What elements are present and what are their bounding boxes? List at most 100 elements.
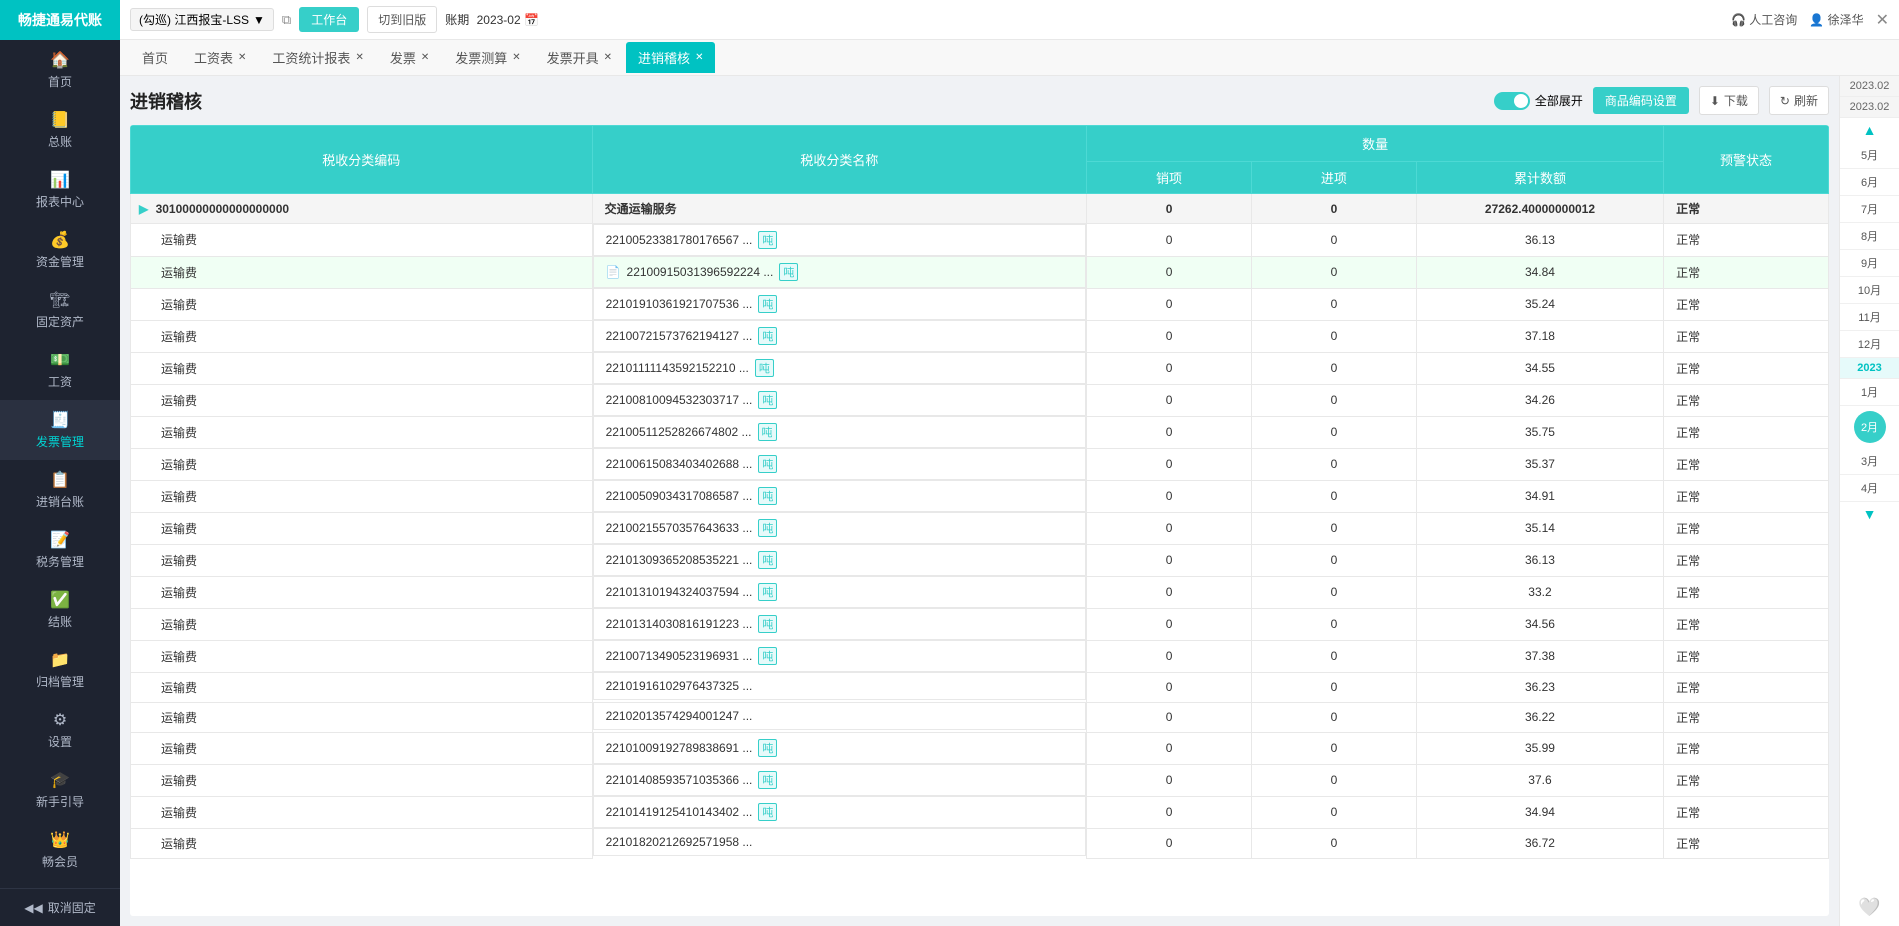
company-selector[interactable]: (勾巡) 江西报宝-LSS ▼ — [130, 8, 274, 31]
sidebar-item-invoice-mgmt[interactable]: 🧾 发票管理 — [0, 400, 120, 460]
sidebar-item-archive[interactable]: 📁 归档管理 — [0, 640, 120, 700]
toggle-all-switch[interactable] — [1494, 92, 1530, 110]
sidebar-item-capital[interactable]: 💰 资金管理 — [0, 220, 120, 280]
month-item-4-2023[interactable]: 4月 — [1840, 475, 1899, 502]
row-sales: 0 — [1087, 576, 1252, 608]
row-total: 35.99 — [1416, 732, 1663, 764]
row-sales: 0 — [1087, 640, 1252, 672]
switch-button[interactable]: 切到旧版 — [367, 6, 437, 33]
close-button[interactable]: ✕ — [1876, 10, 1889, 30]
scroll-up-button[interactable]: ▲ — [1840, 118, 1899, 142]
tag-badge: 吨 — [758, 771, 777, 789]
table-row: ▶ 30100000000000000000 交通运输服务 0 0 27262.… — [131, 194, 1829, 224]
sidebar-item-ledger[interactable]: 📒 总账 — [0, 100, 120, 160]
row-invoice: 22100509034317086587 ... 吨 — [593, 480, 1087, 512]
archive-icon: 📁 — [50, 650, 70, 670]
month-item-2-2023[interactable]: 2月 — [1854, 411, 1886, 443]
row-purchase: 0 — [1251, 320, 1416, 352]
table-row: 运输费 22101310194324037594 ... 吨 0 0 33.2 … — [131, 576, 1829, 608]
company-name: (勾巡) 江西报宝-LSS — [139, 11, 249, 28]
row-sales: 0 — [1087, 256, 1252, 288]
tab-payroll-stat-close[interactable]: ✕ — [355, 52, 363, 63]
download-button[interactable]: ⬇ 下载 — [1699, 86, 1759, 115]
month-item-1-2023[interactable]: 1月 — [1840, 379, 1899, 406]
tab-invoice[interactable]: 发票 ✕ — [378, 42, 441, 73]
copy-icon[interactable]: ⧉ — [282, 12, 291, 28]
row-invoice: 22102013574294001247 ... — [593, 702, 1087, 730]
sidebar-item-label: 总账 — [48, 133, 72, 150]
month-item-12[interactable]: 12月 — [1840, 331, 1899, 358]
table-row: 运输费 22101419125410143402 ... 吨 0 0 34.94… — [131, 796, 1829, 828]
tab-invoice-open-close[interactable]: ✕ — [604, 52, 612, 63]
sidebar-item-sales-ledger[interactable]: 📋 进销台账 — [0, 460, 120, 520]
row-sales: 0 — [1087, 224, 1252, 257]
month-item-6[interactable]: 6月 — [1840, 169, 1899, 196]
sidebar-unpin-button[interactable]: ◀◀ 取消固定 — [0, 888, 120, 926]
month-item-8[interactable]: 8月 — [1840, 223, 1899, 250]
tag-badge: 吨 — [758, 391, 777, 409]
row-name-child: 运输费 — [131, 352, 593, 384]
month-item-10[interactable]: 10月 — [1840, 277, 1899, 304]
sidebar-item-assets[interactable]: 🏗 固定资产 — [0, 280, 120, 340]
tab-invoice-open[interactable]: 发票开具 ✕ — [535, 42, 624, 73]
expand-icon[interactable]: ▶ — [139, 202, 148, 216]
refresh-button[interactable]: ↻ 刷新 — [1769, 86, 1829, 115]
sidebar-item-tax[interactable]: 📝 税务管理 — [0, 520, 120, 580]
row-status: 正常 — [1664, 512, 1829, 544]
user-menu[interactable]: 👤 徐泽华 — [1809, 11, 1863, 28]
row-sales: 0 — [1087, 448, 1252, 480]
month-item-7[interactable]: 7月 — [1840, 196, 1899, 223]
row-status: 正常 — [1664, 194, 1829, 224]
row-invoice: 22101419125410143402 ... 吨 — [593, 796, 1087, 828]
sidebar-item-home[interactable]: 🏠 首页 — [0, 40, 120, 100]
tag-badge: 吨 — [758, 647, 777, 665]
tab-home[interactable]: 首页 — [130, 42, 180, 73]
calendar-icon[interactable]: 📅 — [524, 13, 539, 27]
tab-payroll-close[interactable]: ✕ — [238, 52, 246, 63]
app-logo: 畅捷通易代账 — [0, 0, 120, 40]
tab-reconcile-close[interactable]: ✕ — [695, 52, 703, 63]
page-header: 进销稽核 全部展开 商品编码设置 ⬇ 下载 ↻ 刷新 — [130, 86, 1829, 115]
tab-invoice-close[interactable]: ✕ — [421, 52, 429, 63]
heart-icon[interactable]: 🤍 — [1858, 889, 1880, 926]
col-header-quantity-group: 数量 — [1087, 126, 1664, 162]
tax-icon: 📝 — [50, 530, 70, 550]
row-status: 正常 — [1664, 416, 1829, 448]
tab-payroll-stat[interactable]: 工资统计报表 ✕ — [260, 42, 375, 73]
row-sales: 0 — [1087, 608, 1252, 640]
row-purchase: 0 — [1251, 224, 1416, 257]
main-table: 税收分类编码 税收分类名称 数量 预警状态 销项 进项 累计数额 — [130, 125, 1829, 859]
row-total: 34.55 — [1416, 352, 1663, 384]
sidebar-item-label: 新手引导 — [36, 793, 84, 810]
row-status: 正常 — [1664, 256, 1829, 288]
sidebar-item-settings[interactable]: ⚙ 设置 — [0, 700, 120, 760]
tab-invoice-calc[interactable]: 发票测算 ✕ — [443, 42, 532, 73]
scroll-down-button[interactable]: ▼ — [1840, 502, 1899, 526]
header-actions: 全部展开 商品编码设置 ⬇ 下载 ↻ 刷新 — [1494, 86, 1829, 115]
tab-reconcile[interactable]: 进销稽核 ✕ — [626, 42, 715, 73]
row-invoice: 22101916102976437325 ... — [593, 672, 1087, 700]
tab-invoice-calc-close[interactable]: ✕ — [512, 52, 520, 63]
month-item-11[interactable]: 11月 — [1840, 304, 1899, 331]
tab-payroll-label: 工资表 — [194, 48, 233, 67]
month-item-3-2023[interactable]: 3月 — [1840, 448, 1899, 475]
row-sales: 0 — [1087, 320, 1252, 352]
sidebar-item-vip[interactable]: 👑 畅会员 — [0, 820, 120, 880]
sidebar-item-guide[interactable]: 🎓 新手引导 — [0, 760, 120, 820]
month-item-9[interactable]: 9月 — [1840, 250, 1899, 277]
sidebar-item-report[interactable]: 📊 报表中心 — [0, 160, 120, 220]
commodity-setting-button[interactable]: 商品编码设置 — [1593, 87, 1689, 114]
vip-icon: 👑 — [50, 830, 70, 850]
col-header-sales: 销项 — [1087, 162, 1252, 194]
workbench-button[interactable]: 工作台 — [299, 7, 359, 32]
month-item-5[interactable]: 5月 — [1840, 142, 1899, 169]
support-button[interactable]: 🎧 人工咨询 — [1731, 11, 1797, 28]
tag-badge: 吨 — [758, 803, 777, 821]
sidebar-item-payroll[interactable]: 💵 工资 — [0, 340, 120, 400]
sidebar-item-settle[interactable]: ✅ 结账 — [0, 580, 120, 640]
invoice-mgmt-icon: 🧾 — [50, 410, 70, 430]
row-total: 35.75 — [1416, 416, 1663, 448]
toggle-all-container: 全部展开 — [1494, 92, 1583, 110]
tab-payroll[interactable]: 工资表 ✕ — [182, 42, 258, 73]
row-status: 正常 — [1664, 352, 1829, 384]
